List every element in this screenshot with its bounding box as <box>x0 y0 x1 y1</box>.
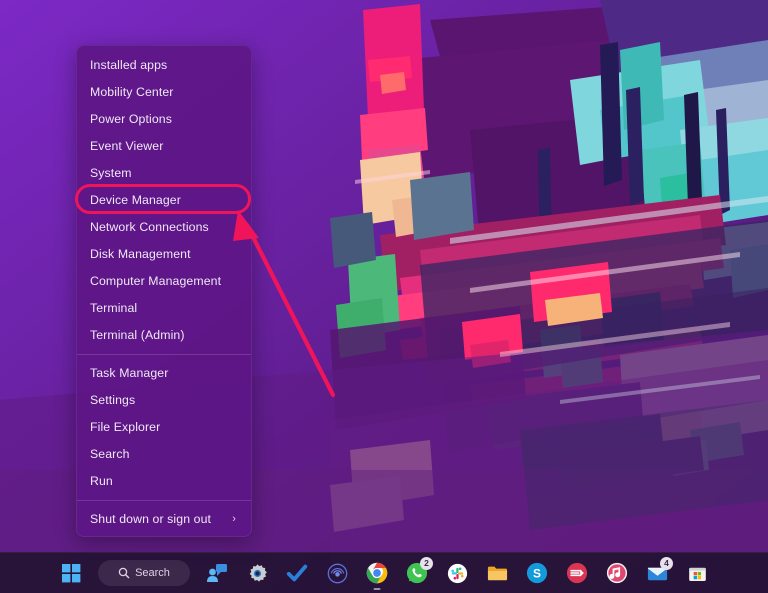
taskbar-teams[interactable] <box>197 556 237 590</box>
microsoft-store-icon <box>687 563 708 584</box>
winx-menu-group-1: Installed apps Mobility Center Power Opt… <box>77 52 251 349</box>
winx-menu-separator-1 <box>77 354 251 355</box>
winx-item-terminal[interactable]: Terminal <box>77 295 251 322</box>
winx-item-settings[interactable]: Settings <box>77 387 251 414</box>
taskbar-slack[interactable] <box>437 556 477 590</box>
winx-item-mobility-center[interactable]: Mobility Center <box>77 79 251 106</box>
taskbar-settings[interactable] <box>237 556 277 590</box>
winx-menu-separator-2 <box>77 500 251 501</box>
winx-item-desktop[interactable]: Desktop <box>77 533 251 537</box>
winx-item-label: Network Connections <box>90 220 209 234</box>
skype-icon: S <box>526 562 548 584</box>
winx-item-label: Power Options <box>90 112 172 126</box>
windows-start-icon <box>62 564 81 583</box>
file-explorer-icon <box>486 562 509 585</box>
winx-quick-link-menu[interactable]: Installed apps Mobility Center Power Opt… <box>76 45 252 537</box>
winx-item-label: Shut down or sign out <box>90 512 211 526</box>
taskbar[interactable]: Search <box>0 552 768 593</box>
winx-item-label: Computer Management <box>90 274 221 288</box>
start-button[interactable] <box>51 556 91 590</box>
winx-item-label: Task Manager <box>90 366 168 380</box>
winx-item-file-explorer[interactable]: File Explorer <box>77 414 251 441</box>
taskbar-chrome[interactable] <box>357 556 397 590</box>
winx-menu-group-2: Task Manager Settings File Explorer Sear… <box>77 360 251 495</box>
winx-item-label: File Explorer <box>90 420 160 434</box>
winx-item-disk-management[interactable]: Disk Management <box>77 241 251 268</box>
taskbar-file-explorer[interactable] <box>477 556 517 590</box>
winx-item-computer-management[interactable]: Computer Management <box>77 268 251 295</box>
taskbar-todo[interactable] <box>277 556 317 590</box>
winx-item-label: System <box>90 166 132 180</box>
winx-item-task-manager[interactable]: Task Manager <box>77 360 251 387</box>
chrome-icon <box>366 562 388 584</box>
badge-count: 2 <box>420 557 433 570</box>
winx-item-run[interactable]: Run <box>77 468 251 495</box>
winx-item-label: Settings <box>90 393 135 407</box>
badge-count: 4 <box>660 557 673 570</box>
express-vpn-icon <box>566 562 588 584</box>
winx-item-power-options[interactable]: Power Options <box>77 106 251 133</box>
chevron-right-icon: › <box>232 506 236 533</box>
taskbar-whatsapp[interactable]: 2 <box>397 556 437 590</box>
running-indicator <box>374 588 381 591</box>
winx-item-event-viewer[interactable]: Event Viewer <box>77 133 251 160</box>
winx-item-label: Mobility Center <box>90 85 174 99</box>
desktop-screen: Installed apps Mobility Center Power Opt… <box>0 0 768 593</box>
winx-item-installed-apps[interactable]: Installed apps <box>77 52 251 79</box>
winx-item-label: Installed apps <box>90 58 167 72</box>
winx-item-device-manager[interactable]: Device Manager <box>77 187 251 214</box>
winx-item-search[interactable]: Search <box>77 441 251 468</box>
winx-item-label: Search <box>90 447 130 461</box>
todo-check-icon <box>286 562 308 584</box>
taskbar-search-label: Search <box>135 567 170 579</box>
winx-item-label: Device Manager <box>90 193 181 207</box>
winx-item-label: Run <box>90 474 113 488</box>
slack-icon <box>447 563 468 584</box>
groove-music-icon <box>606 562 628 584</box>
winx-item-terminal-admin[interactable]: Terminal (Admin) <box>77 322 251 349</box>
winx-item-system[interactable]: System <box>77 160 251 187</box>
feedback-hub-icon <box>327 563 348 584</box>
winx-item-network-connections[interactable]: Network Connections <box>77 214 251 241</box>
taskbar-mail[interactable]: 4 <box>637 556 677 590</box>
winx-item-label: Terminal <box>90 301 137 315</box>
taskbar-expressvpn[interactable] <box>557 556 597 590</box>
teams-chat-icon <box>206 562 228 584</box>
settings-gear-icon <box>247 563 268 584</box>
taskbar-microsoft-store[interactable] <box>677 556 717 590</box>
taskbar-search-box[interactable]: Search <box>98 560 190 586</box>
winx-item-label: Event Viewer <box>90 139 163 153</box>
svg-text:S: S <box>533 567 541 581</box>
winx-item-shut-down-or-sign-out[interactable]: Shut down or sign out › <box>77 506 251 533</box>
winx-item-label: Terminal (Admin) <box>90 328 185 342</box>
search-icon <box>118 567 130 579</box>
winx-item-label: Disk Management <box>90 247 191 261</box>
taskbar-skype[interactable]: S <box>517 556 557 590</box>
taskbar-feedback-hub[interactable] <box>317 556 357 590</box>
taskbar-groove-music[interactable] <box>597 556 637 590</box>
winx-menu-group-3: Shut down or sign out › Desktop <box>77 506 251 537</box>
